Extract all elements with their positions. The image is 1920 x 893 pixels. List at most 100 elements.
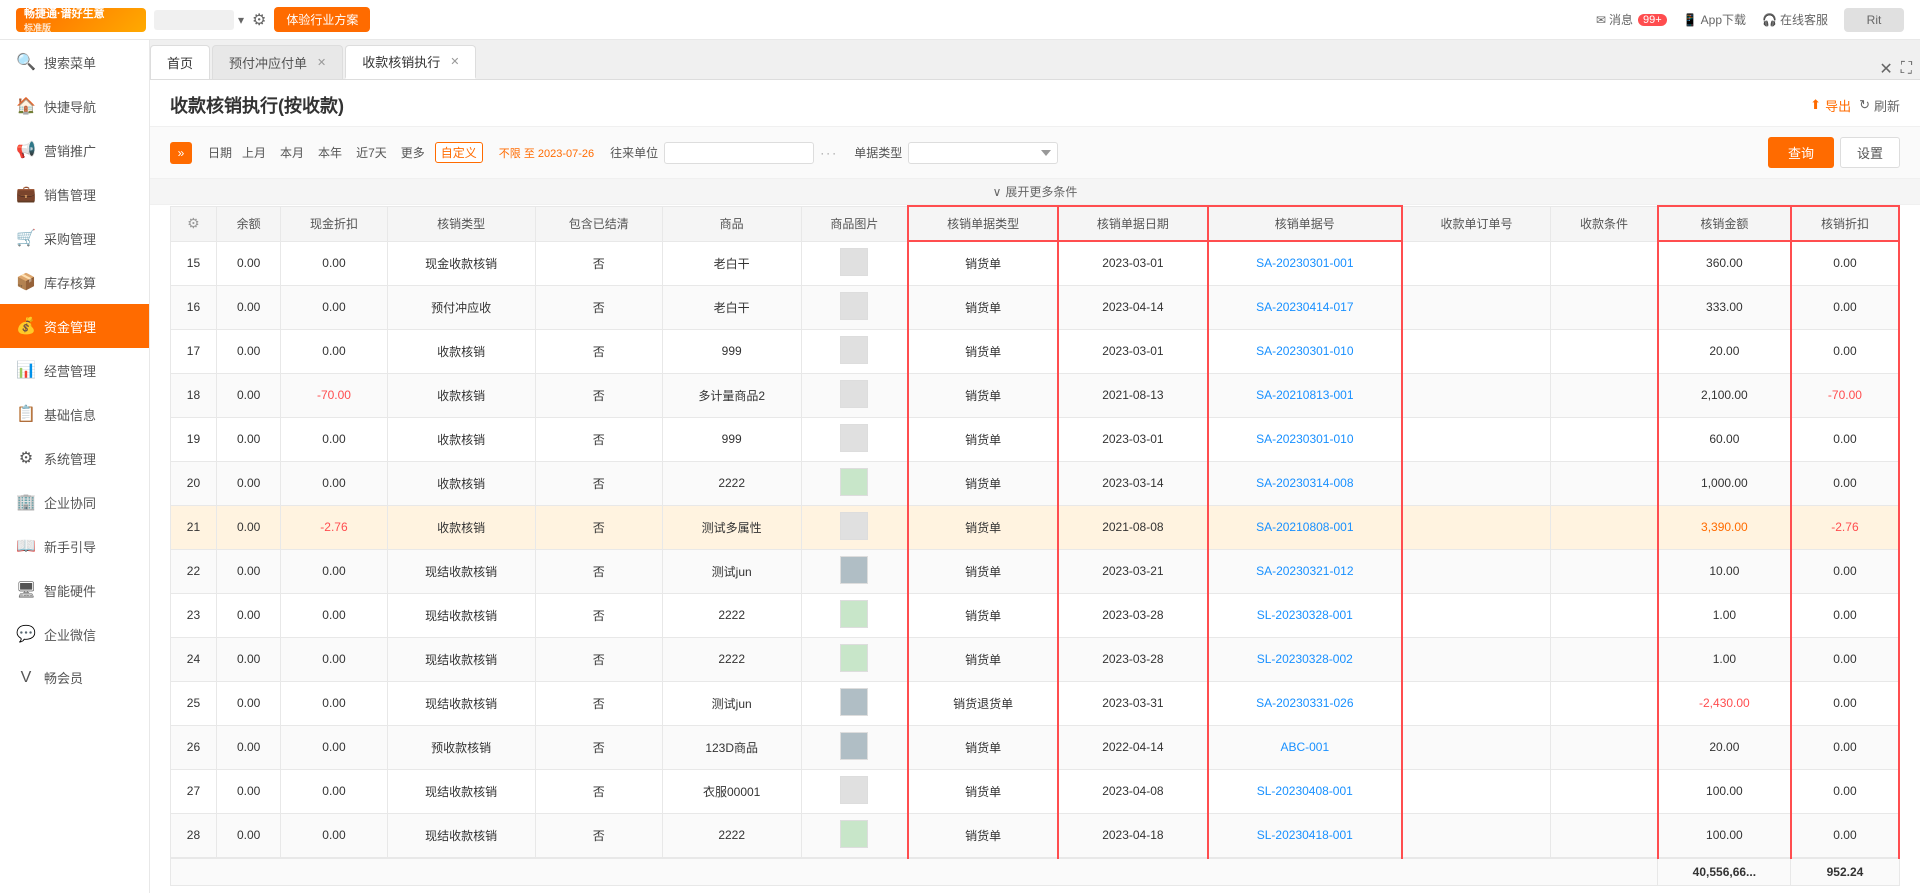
settings-gear-icon[interactable]: ⚙ (252, 10, 266, 30)
receipt-order-no (1402, 241, 1551, 285)
sidebar-item-guide[interactable]: 📖 新手引导 (0, 524, 149, 568)
sidebar-item-basic[interactable]: 📋 基础信息 (0, 392, 149, 436)
partner-input[interactable] (664, 142, 814, 164)
sidebar-item-sales[interactable]: 💼 销售管理 (0, 172, 149, 216)
tab-home[interactable]: 首页 (150, 45, 210, 79)
verify-no[interactable]: SA-20230321-012 (1208, 549, 1402, 593)
date-custom[interactable]: 自定义 (435, 142, 483, 163)
sidebar-item-wechat[interactable]: 💬 企业微信 (0, 612, 149, 656)
app-download-link[interactable]: 📱 App下载 (1683, 11, 1746, 28)
sidebar-item-smart-hw[interactable]: 🖥 智能硬件 (0, 568, 149, 612)
verify-discount: 0.00 (1791, 813, 1899, 858)
verify-no-link[interactable]: SA-20230314-008 (1256, 476, 1353, 490)
date-this-month[interactable]: 本月 (276, 142, 308, 163)
verify-no[interactable]: SL-20230418-001 (1208, 813, 1402, 858)
verify-no-link[interactable]: SL-20230418-001 (1257, 828, 1353, 842)
sidebar-item-marketing[interactable]: 📢 营销推广 (0, 128, 149, 172)
chevron-down-icon: ▾ (238, 13, 244, 27)
tab-prepay[interactable]: 预付冲应付单 ✕ (212, 45, 343, 79)
balance: 0.00 (216, 549, 280, 593)
verify-no-link[interactable]: SA-20230414-017 (1256, 300, 1353, 314)
table-row: 250.000.00现结收款核销否测试jun销货退货单2023-03-31SA-… (171, 681, 1900, 725)
settings-button[interactable]: 设置 (1840, 137, 1900, 168)
sidebar-item-inventory[interactable]: 📦 库存核算 (0, 260, 149, 304)
query-button[interactable]: 查询 (1768, 137, 1834, 168)
th-receipt-condition: 收款条件 (1551, 206, 1658, 241)
tab-prepay-close-icon[interactable]: ✕ (317, 56, 326, 69)
sidebar-item-member[interactable]: V 畅会员 (0, 656, 149, 699)
tab-close-all-icon[interactable]: ✕ (1879, 59, 1892, 79)
verify-no[interactable]: SL-20230328-002 (1208, 637, 1402, 681)
verify-no[interactable]: SA-20230331-026 (1208, 681, 1402, 725)
receipt-condition (1551, 373, 1658, 417)
verify-no[interactable]: SL-20230408-001 (1208, 769, 1402, 813)
verify-no[interactable]: SA-20230301-001 (1208, 241, 1402, 285)
goods-image (801, 241, 908, 285)
verify-no-link[interactable]: SL-20230408-001 (1257, 784, 1353, 798)
verify-no[interactable]: SA-20210813-001 (1208, 373, 1402, 417)
sidebar-item-business[interactable]: 📊 经营管理 (0, 348, 149, 392)
sidebar-item-purchase[interactable]: 🛒 采购管理 (0, 216, 149, 260)
goods-image (801, 813, 908, 858)
date-more[interactable]: 更多 (397, 142, 429, 163)
verify-no-link[interactable]: SA-20210808-001 (1256, 520, 1353, 534)
tab-collection-close-icon[interactable]: ✕ (450, 55, 459, 68)
verify-no-link[interactable]: SL-20230328-001 (1257, 608, 1353, 622)
table-header-row: ⚙ 余额 现金折扣 核销类型 包含已结清 商品 商品图片 核销单据类型 核销单据… (171, 206, 1900, 241)
balance: 0.00 (216, 637, 280, 681)
voucher-type-select[interactable] (908, 142, 1058, 164)
balance: 0.00 (216, 505, 280, 549)
expand-filter-button[interactable]: » (170, 142, 192, 164)
tab-expand-icon[interactable]: ⛶ (1901, 60, 1912, 78)
verify-no[interactable]: SL-20230328-001 (1208, 593, 1402, 637)
date-last-month[interactable]: 上月 (238, 142, 270, 163)
goods-thumbnail (840, 380, 868, 408)
verify-no-link[interactable]: SL-20230328-002 (1257, 652, 1353, 666)
verify-no-link[interactable]: SA-20230321-012 (1256, 564, 1353, 578)
cash-discount: 0.00 (281, 417, 387, 461)
sidebar-item-system[interactable]: ⚙ 系统管理 (0, 436, 149, 480)
sidebar-item-quick-nav[interactable]: 🏠 快捷导航 (0, 84, 149, 128)
verify-no[interactable]: SA-20230314-008 (1208, 461, 1402, 505)
verify-no-link[interactable]: ABC-001 (1280, 740, 1329, 754)
verify-no-link[interactable]: SA-20210813-001 (1256, 388, 1353, 402)
verify-no-link[interactable]: SA-20230301-010 (1256, 432, 1353, 446)
verify-voucher-type: 销货单 (908, 549, 1058, 593)
date-this-year[interactable]: 本年 (314, 142, 346, 163)
verify-no[interactable]: SA-20210808-001 (1208, 505, 1402, 549)
verify-amount: 1.00 (1658, 637, 1791, 681)
verify-no-link[interactable]: SA-20230301-001 (1256, 256, 1353, 270)
sidebar-item-search[interactable]: 🔍 搜索菜单 (0, 40, 149, 84)
workspace-dropdown[interactable]: ▾ (154, 10, 244, 30)
verify-no-link[interactable]: SA-20230301-010 (1256, 344, 1353, 358)
th-gear[interactable]: ⚙ (171, 206, 217, 241)
verify-no[interactable]: SA-20230414-017 (1208, 285, 1402, 329)
receipt-order-no (1402, 769, 1551, 813)
receipt-order-no (1402, 417, 1551, 461)
th-verify-amount: 核销金额 (1658, 206, 1791, 241)
verify-voucher-type: 销货单 (908, 505, 1058, 549)
goods: 2222 (662, 813, 801, 858)
verify-no[interactable]: ABC-001 (1208, 725, 1402, 769)
messages-link[interactable]: ✉ 消息 99+ (1596, 11, 1667, 28)
verify-amount: 1.00 (1658, 593, 1791, 637)
sidebar-item-finance[interactable]: 💰 资金管理 (0, 304, 149, 348)
sidebar-item-enterprise[interactable]: 🏢 企业协同 (0, 480, 149, 524)
export-button[interactable]: ⬆ 导出 (1810, 96, 1851, 115)
date-7days[interactable]: 近7天 (352, 142, 391, 163)
verify-no[interactable]: SA-20230301-010 (1208, 417, 1402, 461)
cash-discount: 0.00 (281, 725, 387, 769)
user-avatar[interactable]: Rit (1844, 8, 1904, 32)
top-bar-left: 畅捷通·谱好生意标准版 ▾ ⚙ 体验行业方案 (16, 7, 370, 32)
tab-collection[interactable]: 收款核销执行 ✕ (345, 45, 476, 79)
expand-more-bar[interactable]: ∨ 展开更多条件 (150, 179, 1920, 205)
verify-no-link[interactable]: SA-20230331-026 (1256, 696, 1353, 710)
verify-no[interactable]: SA-20230301-010 (1208, 329, 1402, 373)
receipt-condition (1551, 285, 1658, 329)
th-goods: 商品 (662, 206, 801, 241)
customer-service-link[interactable]: 🎧 在线客服 (1762, 11, 1828, 28)
industry-solution-button[interactable]: 体验行业方案 (274, 7, 370, 32)
row-number: 25 (171, 681, 217, 725)
column-settings-icon[interactable]: ⚙ (187, 215, 200, 231)
refresh-button[interactable]: ↻ 刷新 (1859, 96, 1900, 115)
